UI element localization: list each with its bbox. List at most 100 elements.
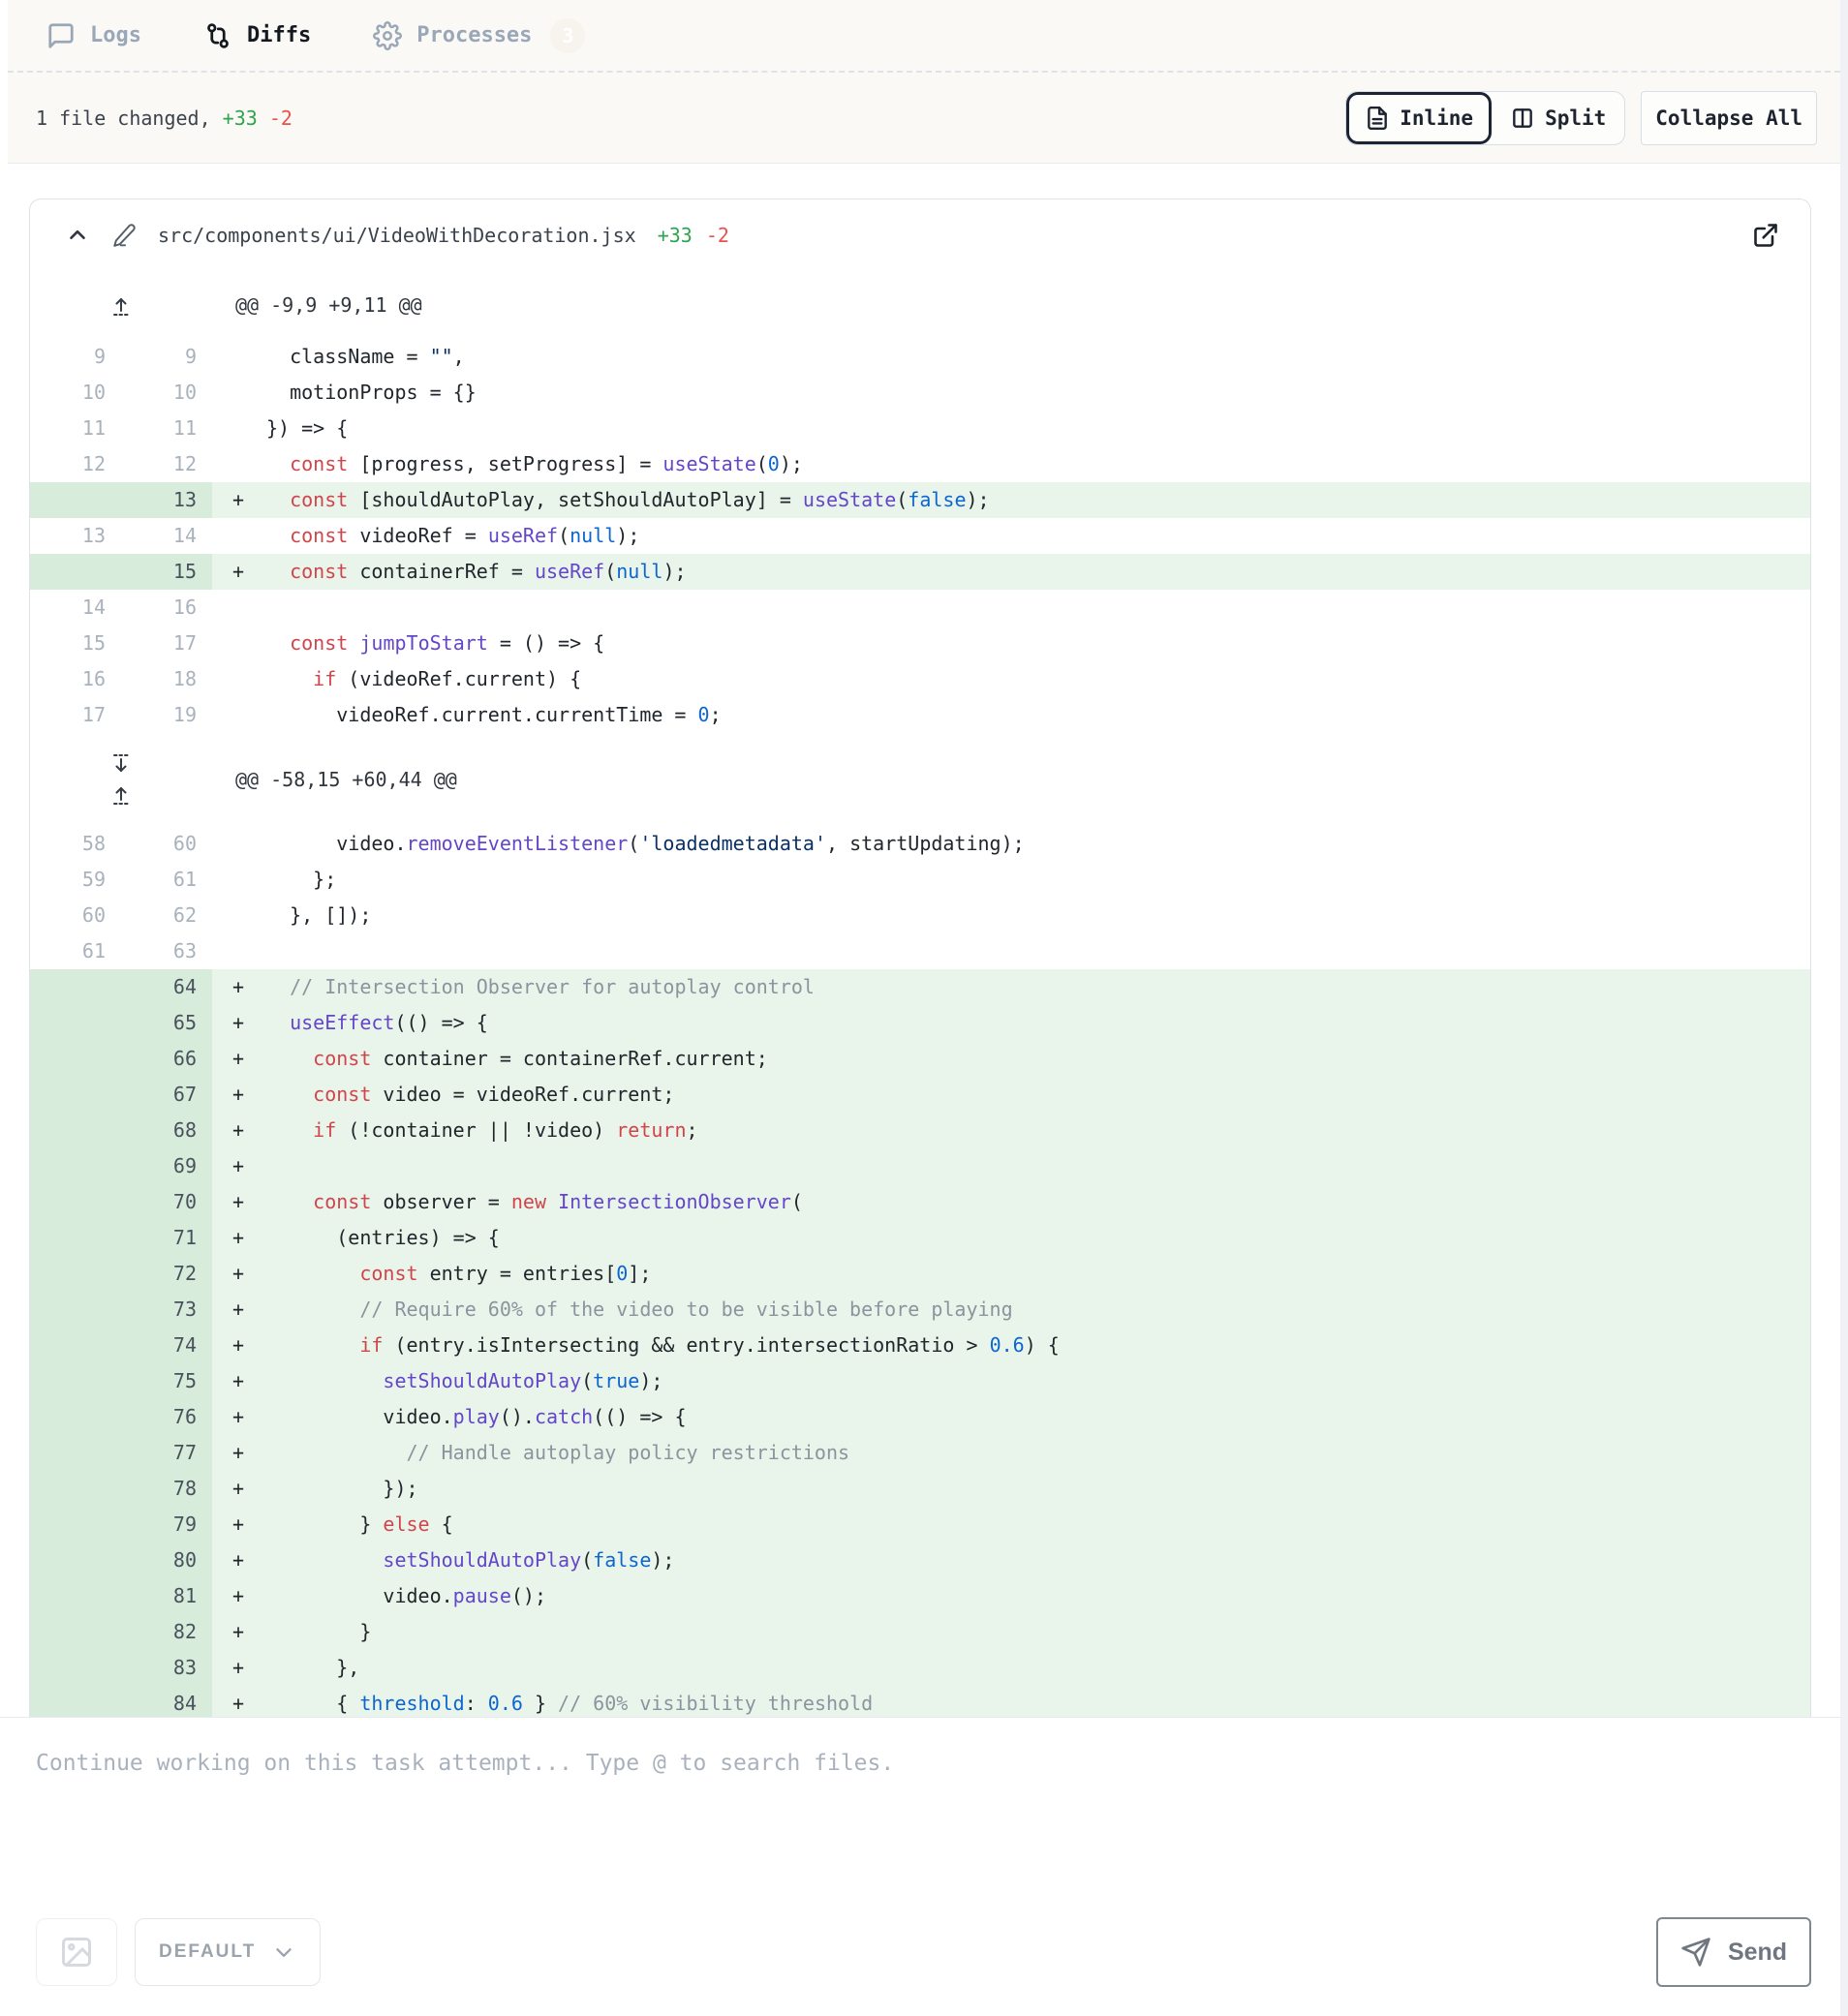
line-number-new: 68 bbox=[172, 1118, 197, 1142]
code-text: className = "", bbox=[266, 345, 465, 368]
diff-line: 13 + const [shouldAutoPlay, setShouldAuto… bbox=[30, 482, 1810, 518]
diff-line: 60 62 }, []); bbox=[30, 898, 1810, 933]
line-number-new: 75 bbox=[172, 1369, 197, 1392]
code-text: videoRef.current.currentTime = 0; bbox=[266, 703, 722, 726]
line-number-old: 58 bbox=[81, 832, 106, 855]
line-number-old: 60 bbox=[81, 903, 106, 927]
diff-line: 81 + video.pause(); bbox=[30, 1578, 1810, 1614]
paper-plane-icon bbox=[1680, 1937, 1711, 1968]
line-number-old bbox=[30, 1543, 121, 1578]
line-content: videoRef.current.currentTime = 0; bbox=[212, 697, 1810, 733]
line-number-old bbox=[30, 1220, 121, 1256]
expand-down-icon[interactable] bbox=[108, 752, 134, 778]
line-number-old: 15 bbox=[81, 631, 106, 655]
hunk-header-row: @@ -58,15 +60,44 @@ bbox=[30, 733, 1810, 826]
line-content: + const container = containerRef.current… bbox=[212, 1041, 1810, 1077]
model-selector-value: DEFAULT bbox=[159, 1941, 257, 1962]
line-content: + setShouldAutoPlay(false); bbox=[212, 1543, 1810, 1578]
code-text: video.pause(); bbox=[266, 1584, 546, 1607]
file-diff-card: src/components/ui/VideoWithDecoration.js… bbox=[29, 199, 1811, 1717]
line-number-new: 14 bbox=[172, 524, 197, 547]
chat-bubble-icon bbox=[46, 21, 76, 50]
send-button-label: Send bbox=[1727, 1938, 1788, 1966]
attach-image-button[interactable] bbox=[36, 1918, 117, 1986]
line-number-old bbox=[30, 1041, 121, 1077]
tab-diffs[interactable]: Diffs bbox=[203, 21, 311, 50]
diff-marker: + bbox=[232, 1083, 245, 1106]
line-number-gutter: 16 18 bbox=[30, 661, 212, 697]
diff-marker: + bbox=[232, 560, 245, 583]
line-number-gutter: 70 bbox=[30, 1184, 212, 1220]
diff-line: 78 + }); bbox=[30, 1471, 1810, 1507]
split-view-button[interactable]: Split bbox=[1492, 92, 1624, 144]
file-deletions: -2 bbox=[705, 224, 729, 247]
diff-line: 68 + if (!container || !video) return; bbox=[30, 1113, 1810, 1148]
diff-marker: + bbox=[232, 1118, 245, 1142]
open-file-external-link-icon[interactable] bbox=[1752, 222, 1779, 249]
line-number-new: 11 bbox=[172, 416, 197, 440]
split-view-label: Split bbox=[1545, 106, 1607, 130]
chevron-down-icon bbox=[271, 1940, 296, 1965]
line-number-new: 12 bbox=[172, 452, 197, 475]
model-selector-dropdown[interactable]: DEFAULT bbox=[135, 1918, 321, 1986]
line-number-gutter: 13 14 bbox=[30, 518, 212, 554]
line-content: motionProps = {} bbox=[212, 375, 1810, 411]
view-mode-segmented-control: Inline Split bbox=[1345, 90, 1626, 145]
diff-content-area: src/components/ui/VideoWithDecoration.js… bbox=[8, 164, 1840, 1717]
image-icon bbox=[59, 1935, 94, 1970]
changed-files-summary: 1 file changed, +33 -2 bbox=[36, 107, 293, 130]
code-text: const [shouldAutoPlay, setShouldAutoPlay… bbox=[290, 488, 990, 511]
line-number-old bbox=[30, 1578, 121, 1614]
diff-marker: + bbox=[232, 1548, 245, 1572]
line-number-old: 12 bbox=[81, 452, 106, 475]
line-number-old: 61 bbox=[81, 939, 106, 962]
line-content: video.removeEventListener('loadedmetadat… bbox=[212, 826, 1810, 862]
split-pane-icon bbox=[1510, 106, 1535, 131]
collapse-all-button[interactable]: Collapse All bbox=[1641, 90, 1817, 145]
line-number-old bbox=[30, 1471, 121, 1507]
tab-logs[interactable]: Logs bbox=[46, 21, 141, 50]
code-text: const observer = new IntersectionObserve… bbox=[313, 1190, 803, 1213]
page-scrollbar[interactable] bbox=[1840, 0, 1848, 2016]
line-content: + // Require 60% of the video to be visi… bbox=[212, 1292, 1810, 1328]
line-number-old: 17 bbox=[81, 703, 106, 726]
file-path: src/components/ui/VideoWithDecoration.js… bbox=[158, 224, 636, 247]
line-number-old: 13 bbox=[81, 524, 106, 547]
line-content: }) => { bbox=[212, 411, 1810, 446]
tabs-bar: Logs Diffs Processes 3 bbox=[8, 0, 1840, 73]
diff-marker bbox=[212, 626, 266, 661]
line-number-new: 64 bbox=[172, 975, 197, 998]
line-number-gutter: 66 bbox=[30, 1041, 212, 1077]
diff-line: 66 + const container = containerRef.curre… bbox=[30, 1041, 1810, 1077]
send-button[interactable]: Send bbox=[1656, 1917, 1811, 1987]
line-content: + { threshold: 0.6 } // 60% visibility t… bbox=[212, 1686, 1810, 1717]
line-number-gutter: 17 19 bbox=[30, 697, 212, 733]
diff-marker: + bbox=[232, 1656, 245, 1679]
line-number-old: 16 bbox=[81, 667, 106, 690]
diff-marker: + bbox=[232, 1692, 245, 1715]
diff-marker bbox=[212, 339, 266, 375]
expand-up-icon[interactable] bbox=[108, 292, 134, 318]
diff-marker: + bbox=[232, 1477, 245, 1500]
code-text: // Require 60% of the video to be visibl… bbox=[359, 1298, 1013, 1321]
diff-line: 69 + bbox=[30, 1148, 1810, 1184]
line-number-old bbox=[30, 1399, 121, 1435]
diff-line: 15 17 const jumpToStart = () => { bbox=[30, 626, 1810, 661]
line-number-gutter: 59 61 bbox=[30, 862, 212, 898]
diff-line: 12 12 const [progress, setProgress] = use… bbox=[30, 446, 1810, 482]
diff-marker bbox=[212, 518, 266, 554]
diff-line: 59 61 }; bbox=[30, 862, 1810, 898]
code-text: const jumpToStart = () => { bbox=[290, 631, 605, 655]
code-text: }) => { bbox=[266, 416, 349, 440]
inline-view-button[interactable]: Inline bbox=[1346, 91, 1493, 144]
diff-line: 79 + } else { bbox=[30, 1507, 1810, 1543]
composer-input[interactable]: Continue working on this task attempt...… bbox=[36, 1751, 894, 1776]
collapse-file-chevron-up-icon[interactable] bbox=[65, 223, 90, 248]
line-number-new: 81 bbox=[172, 1584, 197, 1607]
tab-processes[interactable]: Processes 3 bbox=[373, 17, 586, 53]
expand-up-icon[interactable] bbox=[108, 781, 134, 807]
line-number-old: 9 bbox=[93, 345, 106, 368]
line-number-old: 59 bbox=[81, 868, 106, 891]
line-number-new: 15 bbox=[172, 560, 197, 583]
code-text: motionProps = {} bbox=[266, 381, 477, 404]
